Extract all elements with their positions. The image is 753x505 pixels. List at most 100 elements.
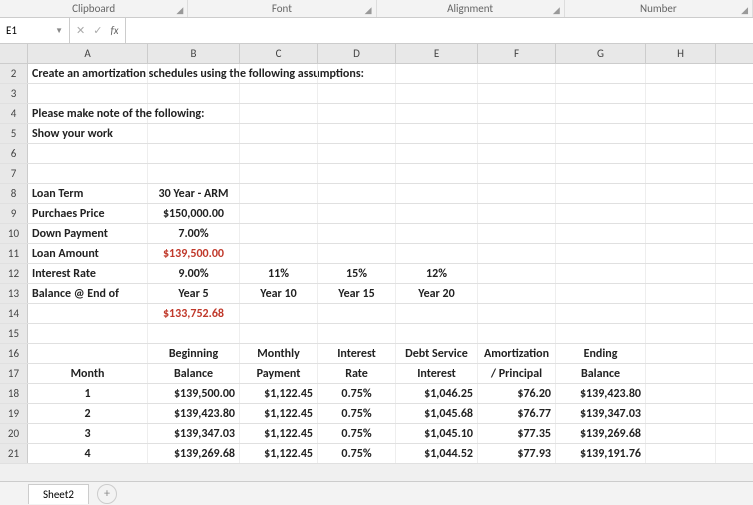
cell[interactable]: 11% bbox=[240, 264, 318, 283]
cell[interactable]: 12% bbox=[396, 264, 478, 283]
cell[interactable]: $1,122.45 bbox=[240, 444, 318, 463]
sheet-tab-active[interactable]: Sheet2 bbox=[28, 484, 89, 504]
cell[interactable]: 0.75% bbox=[318, 424, 396, 443]
cell[interactable] bbox=[148, 104, 240, 123]
cell[interactable]: $1,122.45 bbox=[240, 384, 318, 403]
cell[interactable]: $139,269.68 bbox=[556, 424, 646, 443]
cell[interactable]: Beginning bbox=[148, 344, 240, 363]
cell[interactable]: Interest bbox=[396, 364, 478, 383]
cell[interactable] bbox=[556, 84, 646, 103]
dialog-launcher-icon[interactable]: ◢ bbox=[553, 2, 560, 20]
cell[interactable] bbox=[240, 304, 318, 323]
cell[interactable]: Show your work bbox=[28, 124, 148, 143]
cell[interactable] bbox=[148, 164, 240, 183]
cell[interactable]: 30 Year - ARM bbox=[148, 184, 240, 203]
row-header[interactable]: 20 bbox=[0, 424, 28, 443]
cell[interactable] bbox=[28, 344, 148, 363]
cell[interactable] bbox=[396, 164, 478, 183]
cell[interactable]: $150,000.00 bbox=[148, 204, 240, 223]
cell[interactable] bbox=[646, 64, 716, 83]
cell[interactable]: $1,045.68 bbox=[396, 404, 478, 423]
col-header-c[interactable]: C bbox=[240, 44, 318, 63]
cell[interactable]: 0.75% bbox=[318, 444, 396, 463]
cell[interactable]: 3 bbox=[28, 424, 148, 443]
cell[interactable] bbox=[396, 324, 478, 343]
cell[interactable]: $77.93 bbox=[478, 444, 556, 463]
row-header[interactable]: 3 bbox=[0, 84, 28, 103]
col-header-b[interactable]: B bbox=[148, 44, 240, 63]
cell[interactable] bbox=[556, 244, 646, 263]
cell[interactable]: Monthly bbox=[240, 344, 318, 363]
cell[interactable] bbox=[556, 304, 646, 323]
col-header-d[interactable]: D bbox=[318, 44, 396, 63]
cell[interactable]: $139,423.80 bbox=[148, 404, 240, 423]
cell[interactable] bbox=[646, 424, 716, 443]
cell[interactable] bbox=[148, 64, 240, 83]
cell[interactable] bbox=[646, 364, 716, 383]
cell[interactable] bbox=[646, 324, 716, 343]
cell[interactable] bbox=[478, 244, 556, 263]
cell[interactable]: Ending bbox=[556, 344, 646, 363]
cell[interactable] bbox=[478, 264, 556, 283]
cell[interactable] bbox=[646, 264, 716, 283]
cell[interactable]: $133,752.68 bbox=[148, 304, 240, 323]
cell[interactable]: 2 bbox=[28, 404, 148, 423]
col-header-e[interactable]: E bbox=[396, 44, 478, 63]
formula-input[interactable] bbox=[126, 18, 753, 43]
cell[interactable] bbox=[148, 324, 240, 343]
row-header[interactable]: 9 bbox=[0, 204, 28, 223]
cell[interactable]: $1,045.10 bbox=[396, 424, 478, 443]
cell[interactable] bbox=[240, 64, 318, 83]
row-header[interactable]: 17 bbox=[0, 364, 28, 383]
cell[interactable] bbox=[318, 164, 396, 183]
cell[interactable] bbox=[240, 144, 318, 163]
cell[interactable] bbox=[478, 104, 556, 123]
cell[interactable] bbox=[478, 224, 556, 243]
dialog-launcher-icon[interactable]: ◢ bbox=[365, 2, 372, 20]
cell[interactable] bbox=[556, 64, 646, 83]
cell[interactable] bbox=[556, 164, 646, 183]
cell[interactable] bbox=[240, 324, 318, 343]
col-header-a[interactable]: A bbox=[28, 44, 148, 63]
cell[interactable] bbox=[556, 124, 646, 143]
cell[interactable] bbox=[556, 284, 646, 303]
dialog-launcher-icon[interactable]: ◢ bbox=[741, 2, 748, 20]
cell[interactable] bbox=[396, 244, 478, 263]
cancel-icon[interactable]: ✕ bbox=[76, 24, 85, 37]
col-header-f[interactable]: F bbox=[478, 44, 556, 63]
chevron-down-icon[interactable]: ▼ bbox=[55, 26, 63, 36]
add-sheet-button[interactable]: + bbox=[97, 484, 117, 504]
row-header[interactable]: 5 bbox=[0, 124, 28, 143]
cell[interactable] bbox=[240, 104, 318, 123]
cell[interactable]: Loan Amount bbox=[28, 244, 148, 263]
cell[interactable]: $76.77 bbox=[478, 404, 556, 423]
cell[interactable]: Loan Term bbox=[28, 184, 148, 203]
cell[interactable]: 0.75% bbox=[318, 384, 396, 403]
cell[interactable] bbox=[556, 104, 646, 123]
cell[interactable] bbox=[148, 84, 240, 103]
cell[interactable] bbox=[646, 104, 716, 123]
cell[interactable] bbox=[556, 144, 646, 163]
cell[interactable] bbox=[646, 404, 716, 423]
cell[interactable]: $139,500.00 bbox=[148, 244, 240, 263]
cell[interactable] bbox=[318, 224, 396, 243]
cell[interactable] bbox=[396, 124, 478, 143]
cell[interactable] bbox=[556, 204, 646, 223]
row-header[interactable]: 4 bbox=[0, 104, 28, 123]
cell[interactable] bbox=[478, 64, 556, 83]
cell[interactable]: Debt Service bbox=[396, 344, 478, 363]
cell[interactable]: Rate bbox=[318, 364, 396, 383]
col-header-g[interactable]: G bbox=[556, 44, 646, 63]
cell[interactable] bbox=[556, 224, 646, 243]
cell[interactable] bbox=[318, 84, 396, 103]
cell[interactable] bbox=[28, 304, 148, 323]
cell[interactable] bbox=[396, 304, 478, 323]
cell[interactable]: Month bbox=[28, 364, 148, 383]
cell[interactable]: Please make note of the following: bbox=[28, 104, 148, 123]
cell[interactable] bbox=[556, 324, 646, 343]
row-header[interactable]: 8 bbox=[0, 184, 28, 203]
cell[interactable]: 9.00% bbox=[148, 264, 240, 283]
cell[interactable] bbox=[478, 204, 556, 223]
cell[interactable]: Year 5 bbox=[148, 284, 240, 303]
row-header[interactable]: 16 bbox=[0, 344, 28, 363]
